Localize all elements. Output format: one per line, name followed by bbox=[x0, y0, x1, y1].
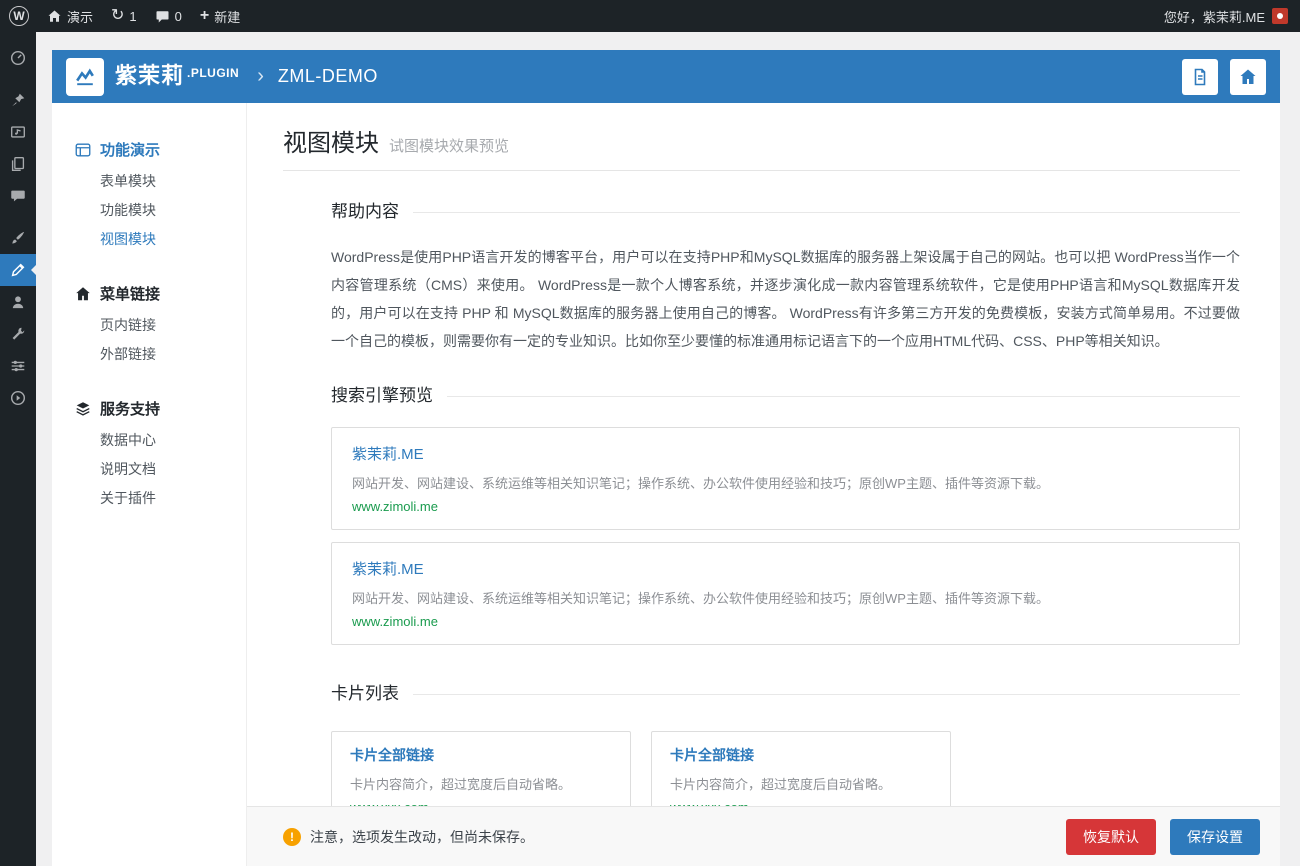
section-search-heading: 搜索引擎预览 bbox=[331, 385, 1240, 407]
search-result-title[interactable]: 紫茉莉.ME bbox=[352, 443, 1219, 464]
nav-item-data-center[interactable]: 数据中心 bbox=[52, 426, 246, 455]
page-title: 视图模块 试图模块效果预览 bbox=[283, 123, 1240, 171]
home-icon bbox=[1240, 69, 1256, 84]
nav-item-inpage-link[interactable]: 页内链接 bbox=[52, 311, 246, 340]
chevron-right-icon: › bbox=[257, 65, 264, 87]
account-menu[interactable]: 您好，紫茉莉.ME bbox=[1152, 0, 1300, 32]
search-result-url[interactable]: www.zimoli.me bbox=[352, 499, 1219, 514]
comments-icon[interactable] bbox=[0, 180, 36, 212]
link-card-title[interactable]: 卡片全部链接 bbox=[670, 745, 932, 765]
nav-item-external-link[interactable]: 外部链接 bbox=[52, 340, 246, 369]
search-result-desc: 网站开发、网站建设、系统运维等相关知识笔记；操作系统、办公软件使用经验和技巧；原… bbox=[352, 476, 1049, 491]
plugin-circle-play-icon[interactable] bbox=[0, 382, 36, 414]
avatar bbox=[1272, 8, 1288, 24]
help-paragraph: WordPress是使用PHP语言开发的博客平台，用户可以在支持PHP和MySQ… bbox=[331, 249, 1240, 349]
link-card[interactable]: 卡片全部链接 卡片内容简介，超过宽度后自动省略。 www.xxx.com bbox=[651, 731, 951, 806]
search-result-card: 紫茉莉.ME 网站开发、网站建设、系统运维等相关知识笔记；操作系统、办公软件使用… bbox=[331, 427, 1240, 530]
unsaved-notice: 注意，选项发生改动，但尚未保存。 bbox=[310, 828, 534, 845]
plus-icon: + bbox=[199, 7, 210, 24]
home-icon bbox=[76, 286, 90, 300]
link-card-desc: 卡片内容简介，超过宽度后自动省略。 bbox=[670, 777, 892, 792]
wp-admin-bar: W 演示 ↻ 1 0 + 新建 您好，紫茉莉.ME bbox=[0, 0, 1300, 32]
comment-bubble-icon bbox=[156, 10, 169, 22]
docs-button[interactable] bbox=[1182, 58, 1218, 95]
wp-logo-menu[interactable]: W bbox=[0, 0, 38, 32]
home-icon bbox=[48, 10, 61, 22]
new-label: 新建 bbox=[214, 9, 241, 25]
users-icon[interactable] bbox=[0, 286, 36, 318]
link-card-desc: 卡片内容简介，超过宽度后自动省略。 bbox=[350, 777, 572, 792]
home-button[interactable] bbox=[1230, 58, 1266, 95]
save-settings-button[interactable]: 保存设置 bbox=[1170, 818, 1260, 855]
page-title-text: 视图模块 bbox=[283, 130, 379, 157]
modules-grid-icon bbox=[75, 142, 91, 157]
search-result-card: 紫茉莉.ME 网站开发、网站建设、系统运维等相关知识笔记；操作系统、办公软件使用… bbox=[331, 542, 1240, 645]
nav-item-form-module[interactable]: 表单模块 bbox=[52, 167, 246, 196]
nav-section-demos[interactable]: 功能演示 bbox=[52, 133, 246, 167]
pages-icon[interactable] bbox=[0, 148, 36, 180]
layers-icon bbox=[76, 401, 90, 416]
settings-footer: ! 注意，选项发生改动，但尚未保存。 恢复默认 保存设置 bbox=[247, 806, 1280, 866]
chart-line-icon bbox=[76, 68, 94, 85]
plugin-page-title: ZML-DEMO bbox=[277, 66, 378, 86]
updates-count: 1 bbox=[129, 8, 137, 24]
comments-count: 0 bbox=[174, 8, 182, 24]
admin-content-area: 紫茉莉 .PLUGIN › ZML-DEMO 功能演示 表单模块 功能模块 视图… bbox=[36, 32, 1300, 866]
plugin-logo bbox=[66, 57, 104, 96]
updates-link[interactable]: ↻ 1 bbox=[102, 0, 146, 32]
nav-section-menu-links[interactable]: 菜单链接 bbox=[52, 277, 246, 311]
section-help-title: 帮助内容 bbox=[331, 202, 399, 221]
site-name: 演示 bbox=[67, 9, 94, 25]
section-cards-heading: 卡片列表 bbox=[331, 683, 1240, 705]
page-subtitle: 试图模块效果预览 bbox=[389, 138, 510, 155]
document-icon bbox=[1194, 68, 1206, 85]
dashboard-icon[interactable] bbox=[0, 42, 36, 74]
plugin-header: 紫茉莉 .PLUGIN › ZML-DEMO bbox=[52, 50, 1280, 103]
zml-plugin-pen-icon[interactable] bbox=[0, 254, 36, 286]
wordpress-logo-icon: W bbox=[9, 6, 29, 26]
nav-section-title: 服务支持 bbox=[100, 401, 161, 418]
section-search-title: 搜索引擎预览 bbox=[331, 386, 433, 405]
section-help-heading: 帮助内容 bbox=[331, 201, 1240, 223]
comments-link[interactable]: 0 bbox=[146, 0, 191, 32]
nav-item-about[interactable]: 关于插件 bbox=[52, 484, 246, 513]
site-link[interactable]: 演示 bbox=[38, 0, 102, 32]
update-icon: ↻ bbox=[111, 7, 125, 24]
restore-defaults-button[interactable]: 恢复默认 bbox=[1066, 818, 1156, 855]
nav-item-docs[interactable]: 说明文档 bbox=[52, 455, 246, 484]
wp-admin-rail bbox=[0, 32, 36, 866]
brand: 紫茉莉 .PLUGIN bbox=[115, 63, 239, 89]
nav-section-title: 功能演示 bbox=[100, 142, 161, 159]
search-result-title[interactable]: 紫茉莉.ME bbox=[352, 558, 1219, 579]
appearance-brush-icon[interactable] bbox=[0, 222, 36, 254]
link-card-title[interactable]: 卡片全部链接 bbox=[350, 745, 612, 765]
media-icon[interactable] bbox=[0, 116, 36, 148]
main-content: 视图模块 试图模块效果预览 帮助内容 WordPress是使用PHP语言开发的博… bbox=[247, 103, 1280, 806]
nav-item-view-module[interactable]: 视图模块 bbox=[52, 225, 246, 254]
link-card[interactable]: 卡片全部链接 卡片内容简介，超过宽度后自动省略。 www.xxx.com bbox=[331, 731, 631, 806]
warning-icon: ! bbox=[283, 827, 301, 846]
nav-item-function-module[interactable]: 功能模块 bbox=[52, 196, 246, 225]
new-content-link[interactable]: + 新建 bbox=[191, 0, 249, 32]
greeting-text: 您好，紫茉莉.ME bbox=[1163, 9, 1265, 25]
posts-pin-icon[interactable] bbox=[0, 84, 36, 116]
search-result-desc: 网站开发、网站建设、系统运维等相关知识笔记；操作系统、办公软件使用经验和技巧；原… bbox=[352, 591, 1049, 606]
brand-name: 紫茉莉 bbox=[115, 63, 185, 89]
settings-sliders-icon[interactable] bbox=[0, 350, 36, 382]
tools-wrench-icon[interactable] bbox=[0, 318, 36, 350]
nav-section-title: 菜单链接 bbox=[100, 286, 161, 303]
plugin-panel: 紫茉莉 .PLUGIN › ZML-DEMO 功能演示 表单模块 功能模块 视图… bbox=[52, 50, 1280, 866]
section-cards-title: 卡片列表 bbox=[331, 684, 399, 703]
nav-section-support[interactable]: 服务支持 bbox=[52, 392, 246, 426]
brand-suffix: .PLUGIN bbox=[187, 66, 240, 81]
plugin-sidebar: 功能演示 表单模块 功能模块 视图模块 菜单链接 页内链接 外部链接 服务支持 … bbox=[52, 103, 247, 866]
search-result-url[interactable]: www.zimoli.me bbox=[352, 614, 1219, 629]
